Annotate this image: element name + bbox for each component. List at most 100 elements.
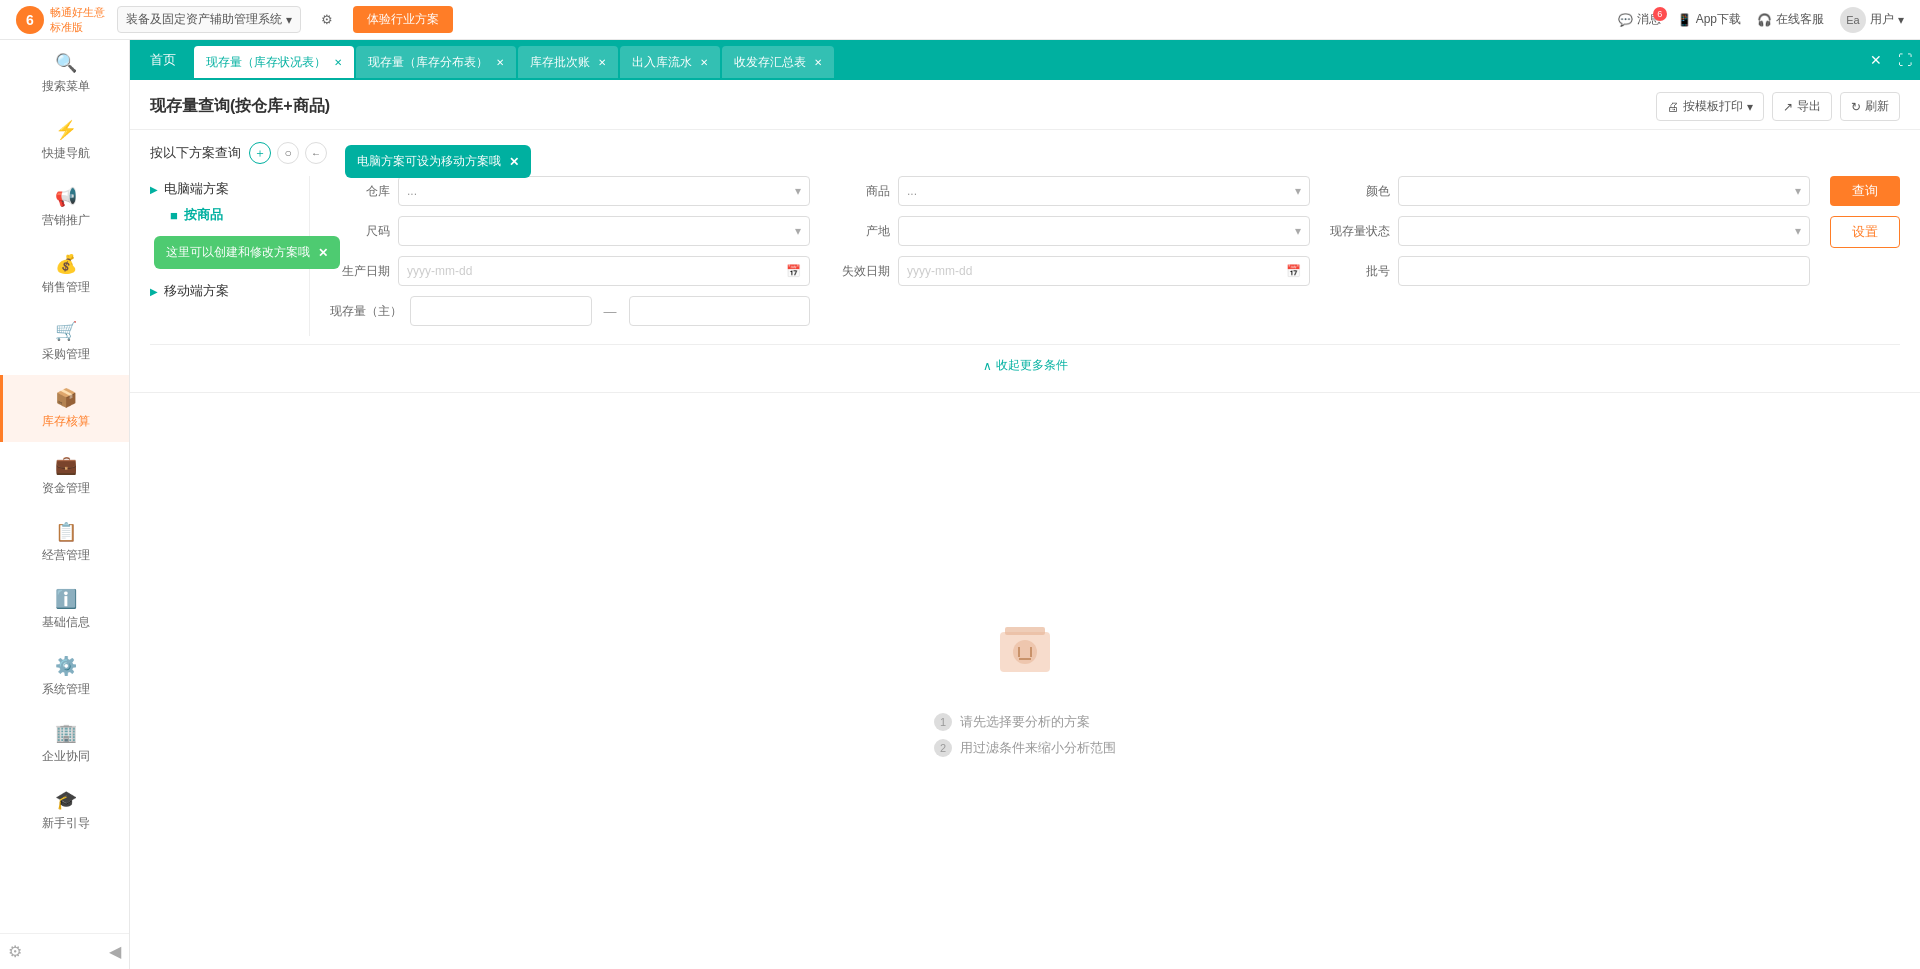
close-tab-icon[interactable]: ✕ <box>814 57 822 68</box>
sidebar-item-operations[interactable]: 📋 经营管理 <box>0 509 129 576</box>
export-button[interactable]: ↗ 导出 <box>1772 92 1832 121</box>
back-arrow-button[interactable]: ← <box>305 142 327 164</box>
user-menu[interactable]: Ea 用户 ▾ <box>1840 7 1904 33</box>
svg-rect-1 <box>1005 627 1045 635</box>
sidebar-bottom: ⚙ ◀ <box>0 933 129 969</box>
sidebar-item-marketing[interactable]: 📢 营销推广 <box>0 174 129 241</box>
refresh-button[interactable]: ↻ 刷新 <box>1840 92 1900 121</box>
tooltip-close-icon[interactable]: ✕ <box>509 155 519 169</box>
filter-size: 尺码 ▾ <box>330 216 810 246</box>
close-tab-icon[interactable]: ✕ <box>334 57 342 68</box>
close-tab-icon[interactable]: ✕ <box>598 57 606 68</box>
filter-stock-main: 现存量（主） — <box>330 296 810 326</box>
system-selector[interactable]: 装备及固定资产辅助管理系统 ▾ <box>117 6 301 33</box>
sidebar-item-inventory[interactable]: 📦 库存核算 <box>0 375 129 442</box>
print-button[interactable]: 🖨 按模板打印 ▾ <box>1656 92 1764 121</box>
page-title: 现存量查询(按仓库+商品) <box>150 96 330 117</box>
tab-batch-account[interactable]: 库存批次账 ✕ <box>518 46 618 78</box>
sidebar: 🔍 搜索菜单 ⚡ 快捷导航 📢 营销推广 💰 销售管理 🛒 采购管理 <box>0 40 130 969</box>
add-scheme-button[interactable]: ＋ <box>249 142 271 164</box>
tooltip2-close-icon[interactable]: ✕ <box>318 246 328 260</box>
sidebar-item-search-menu[interactable]: 🔍 搜索菜单 <box>0 40 129 107</box>
chevron-down-icon: ▾ <box>1295 184 1301 198</box>
size-select[interactable]: ▾ <box>398 216 810 246</box>
filter-goods: 商品 ... ▾ <box>830 176 1310 206</box>
batch-input[interactable] <box>1398 256 1810 286</box>
goods-select[interactable]: ... ▾ <box>898 176 1310 206</box>
close-tab-icon[interactable]: ✕ <box>496 57 504 68</box>
tab-inout-flow[interactable]: 出入库流水 ✕ <box>620 46 720 78</box>
scheme-item-by-goods[interactable]: ■ 按商品 <box>170 202 299 228</box>
warehouse-select[interactable]: ... ▾ <box>398 176 810 206</box>
collapse-sidebar-icon[interactable]: ◀ <box>109 942 121 961</box>
sidebar-item-purchase[interactable]: 🛒 采购管理 <box>0 308 129 375</box>
sidebar-item-finance[interactable]: 💼 资金管理 <box>0 442 129 509</box>
filter-row-2: 尺码 ▾ 产地 ▾ <box>330 216 1810 246</box>
tab-home[interactable]: 首页 <box>134 40 192 80</box>
money-icon: 💰 <box>55 253 77 275</box>
settings-bottom-icon[interactable]: ⚙ <box>8 942 22 961</box>
online-support-button[interactable]: 🎧 在线客服 <box>1757 11 1824 28</box>
filter-actions: ＋ ○ ← <box>249 142 327 164</box>
trial-button[interactable]: 体验行业方案 <box>353 6 453 33</box>
expiry-date-input[interactable]: yyyy-mm-dd 📅 <box>898 256 1310 286</box>
scheme-group-mobile[interactable]: ▶ 移动端方案 <box>150 278 299 304</box>
search-button[interactable]: 查询 <box>1830 176 1900 206</box>
close-tab-icon[interactable]: ✕ <box>700 57 708 68</box>
briefcase-icon: 💼 <box>55 454 77 476</box>
filter-area: 按以下方案查询 ＋ ○ ← 电脑方案可设为移动方案哦 ✕ <box>130 130 1920 393</box>
origin-select[interactable]: ▾ <box>898 216 1310 246</box>
close-all-tabs-icon[interactable]: ✕ <box>1866 48 1886 72</box>
filter-warehouse: 仓库 ... ▾ <box>330 176 810 206</box>
logo-icon: 6 <box>16 6 44 34</box>
color-select[interactable]: ▾ <box>1398 176 1810 206</box>
chevron-up-icon: ∧ <box>983 359 992 373</box>
logo-area: 6 畅通好生意 标准版 <box>16 5 105 34</box>
sidebar-item-sales[interactable]: 💰 销售管理 <box>0 241 129 308</box>
stock-status-select[interactable]: ▾ <box>1398 216 1810 246</box>
scheme-tree: ▶ 电脑端方案 ■ 按商品 <box>150 176 299 304</box>
tab-summary[interactable]: 收发存汇总表 ✕ <box>722 46 834 78</box>
page-header: 现存量查询(按仓库+商品) 🖨 按模板打印 ▾ ↗ 导出 ↻ 刷新 <box>130 80 1920 130</box>
tab-bar: 首页 现存量（库存状况表） ✕ 现存量（库存分布表） ✕ 库存批次账 ✕ 出入库… <box>130 40 1920 80</box>
refresh-icon: ↻ <box>1851 100 1861 114</box>
printer-icon: 🖨 <box>1667 100 1679 114</box>
stock-max-input[interactable] <box>629 296 811 326</box>
edit-scheme-button[interactable]: ○ <box>277 142 299 164</box>
app-download-button[interactable]: 📱 App下载 <box>1677 11 1741 28</box>
search-icon: 🔍 <box>55 52 77 74</box>
sidebar-item-label: 采购管理 <box>42 346 90 363</box>
expand-icon[interactable]: ⛶ <box>1894 48 1916 72</box>
sidebar-item-system[interactable]: ⚙️ 系统管理 <box>0 643 129 710</box>
reset-button[interactable]: 设置 <box>1830 216 1900 248</box>
selected-indicator: ■ <box>170 208 178 223</box>
scheme-group-desktop[interactable]: ▶ 电脑端方案 <box>150 176 299 202</box>
sidebar-item-basic-info[interactable]: ℹ️ 基础信息 <box>0 576 129 643</box>
filter-header: 按以下方案查询 ＋ ○ ← 电脑方案可设为移动方案哦 ✕ <box>150 142 1900 164</box>
scheme-item-label: 按商品 <box>184 206 223 224</box>
megaphone-icon: 📢 <box>55 186 77 208</box>
gear-icon: ⚙️ <box>55 655 77 677</box>
avatar: Ea <box>1840 7 1866 33</box>
chevron-down-icon: ▾ <box>795 224 801 238</box>
settings-icon[interactable]: ⚙ <box>313 6 341 34</box>
sidebar-item-label: 快捷导航 <box>42 145 90 162</box>
filter-row-4: 现存量（主） — <box>330 296 1810 326</box>
tab-bar-actions: ✕ ⛶ <box>1866 48 1916 72</box>
sidebar-item-label: 销售管理 <box>42 279 90 296</box>
filter-production-date: 生产日期 yyyy-mm-dd 📅 <box>330 256 810 286</box>
export-icon: ↗ <box>1783 100 1793 114</box>
tooltip-create-scheme: 这里可以创建和修改方案哦 ✕ <box>154 236 340 269</box>
production-date-input[interactable]: yyyy-mm-dd 📅 <box>398 256 810 286</box>
sidebar-item-guide[interactable]: 🎓 新手引导 <box>0 777 129 844</box>
stock-min-input[interactable] <box>410 296 592 326</box>
message-button[interactable]: 💬 消息 6 <box>1618 11 1661 28</box>
tab-inventory-status[interactable]: 现存量（库存状况表） ✕ <box>194 46 354 78</box>
sidebar-item-quick-nav[interactable]: ⚡ 快捷导航 <box>0 107 129 174</box>
sidebar-item-enterprise[interactable]: 🏢 企业协同 <box>0 710 129 777</box>
header-actions: 🖨 按模板打印 ▾ ↗ 导出 ↻ 刷新 <box>1656 92 1900 121</box>
tab-inventory-dist[interactable]: 现存量（库存分布表） ✕ <box>356 46 516 78</box>
top-bar-right: 💬 消息 6 📱 App下载 🎧 在线客服 Ea 用户 ▾ <box>1618 7 1904 33</box>
collapse-filter-button[interactable]: ∧ 收起更多条件 <box>150 351 1900 380</box>
app-container: 6 畅通好生意 标准版 装备及固定资产辅助管理系统 ▾ ⚙ 体验行业方案 💬 消… <box>0 0 1920 969</box>
